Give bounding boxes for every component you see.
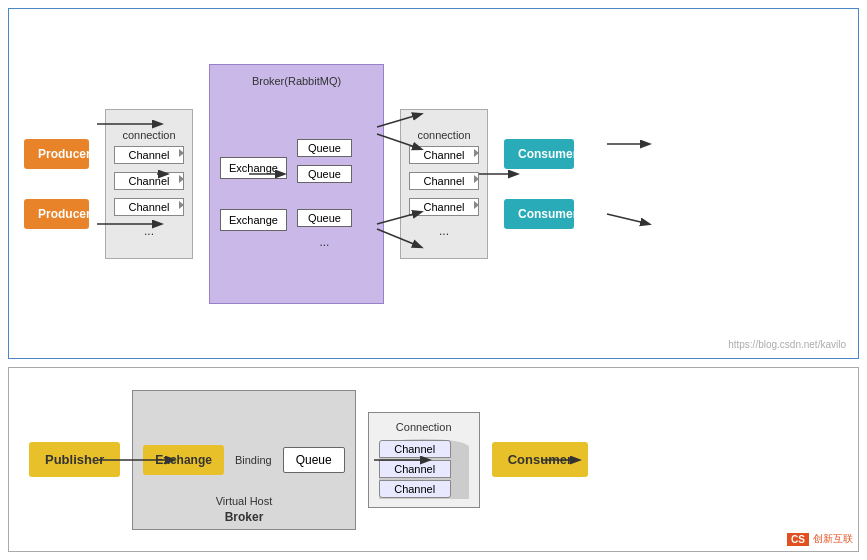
right-channel-2: Channel: [409, 172, 479, 190]
right-channel-3: Channel: [409, 198, 479, 216]
right-connection-label: connection: [417, 129, 470, 141]
connection-bottom: Connection Channel Channel Channel: [368, 412, 480, 508]
channel-bottom-2: Channel: [379, 460, 451, 478]
consumer-box-1: Consumer: [504, 139, 574, 169]
broker-inner-row: Exchange Binding Queue: [143, 445, 344, 475]
broker-bottom-label: Broker: [133, 510, 354, 524]
left-channel-2: Channel: [114, 172, 184, 190]
publisher-box: Publisher: [29, 442, 120, 477]
queue-3: Queue: [297, 209, 352, 227]
producers-column: Producer Producer: [24, 139, 89, 229]
queue-bottom: Queue: [283, 447, 345, 473]
bottom-diagram: Publisher Exchange Binding Queue Virtual…: [8, 367, 859, 552]
right-channel-1: Channel: [409, 146, 479, 164]
left-connection-box: connection Channel Channel Channel ...: [105, 109, 193, 259]
left-channel-1: Channel: [114, 146, 184, 164]
cylinder-container: Channel Channel Channel: [379, 439, 469, 499]
left-connection-label: connection: [122, 129, 175, 141]
queue-dots: ...: [297, 235, 352, 249]
exchanges-column: Exchange Exchange: [220, 157, 287, 231]
brand-label: 创新互联: [813, 532, 853, 546]
producer-box-2: Producer: [24, 199, 89, 229]
consumers-column: Consumer Consumer: [504, 139, 574, 229]
top-diagram-inner: Producer Producer connection Channel Cha…: [24, 19, 843, 348]
channel-bottom-1: Channel: [379, 440, 451, 458]
exchange-box-1: Exchange: [220, 157, 287, 179]
virtual-host-label: Virtual Host: [133, 495, 354, 507]
producer-box-1: Producer: [24, 139, 89, 169]
bottom-inner: Publisher Exchange Binding Queue Virtual…: [29, 390, 838, 530]
connection-title-bottom: Connection: [396, 421, 452, 433]
logo-area: CS 创新互联: [787, 532, 853, 546]
watermark: https://blog.csdn.net/kavilo: [728, 339, 846, 350]
left-channel-dots: ...: [144, 224, 154, 238]
broker-section: Broker(RabbitMQ) Exchange Exchange Queue…: [209, 64, 384, 304]
cs-label: CS: [787, 533, 809, 546]
consumer-bottom: Consumer: [492, 442, 588, 477]
right-connection-box: connection Channel Channel Channel ...: [400, 109, 488, 259]
top-diagram: Producer Producer connection Channel Cha…: [8, 8, 859, 359]
broker-bottom: Exchange Binding Queue Virtual Host Brok…: [132, 390, 355, 530]
exchange-bottom: Exchange: [143, 445, 224, 475]
main-container: Producer Producer connection Channel Cha…: [0, 0, 867, 560]
broker-title: Broker(RabbitMQ): [220, 75, 373, 87]
channel-bottom-3: Channel: [379, 480, 451, 498]
right-channel-dots: ...: [439, 224, 449, 238]
consumer-box-2: Consumer: [504, 199, 574, 229]
binding-label: Binding: [235, 454, 272, 466]
left-channel-3: Channel: [114, 198, 184, 216]
exchange-box-2: Exchange: [220, 209, 287, 231]
queue-1: Queue: [297, 139, 352, 157]
queue-2: Queue: [297, 165, 352, 183]
queues-column: Queue Queue Queue ...: [297, 139, 352, 249]
